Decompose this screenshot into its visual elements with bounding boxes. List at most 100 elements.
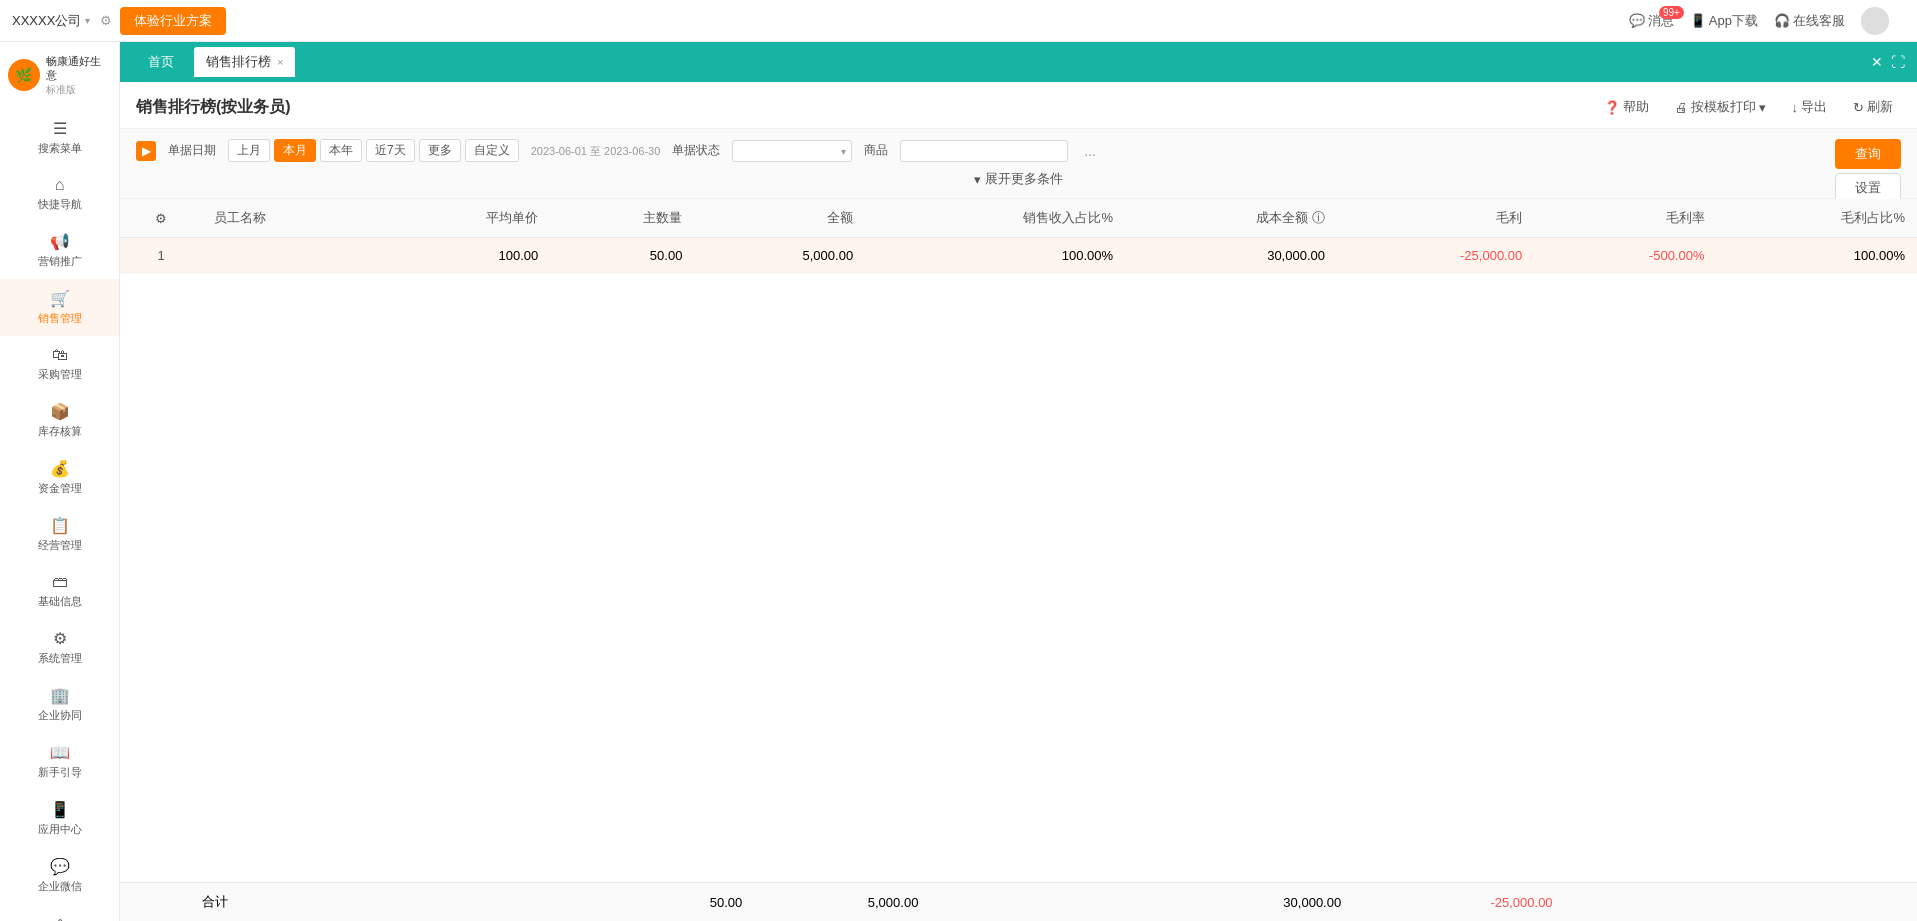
sidebar-item-search-order[interactable]: ☰ 搜索菜单: [0, 109, 119, 166]
date-filter-group: 上月 本月 本年 近7天 更多 自定义: [228, 139, 519, 162]
sidebar-item-inventory[interactable]: 📦 库存核算: [0, 392, 119, 449]
expand-label: 展开更多条件: [985, 170, 1063, 188]
sidebar-item-operations[interactable]: 📋 经营管理: [0, 506, 119, 563]
sidebar-item-label-search: 搜索菜单: [38, 141, 82, 156]
sidebar-item-member[interactable]: ◇ 畅会员: [0, 904, 119, 921]
logo-text: 畅康通好生意: [46, 54, 111, 83]
status-select[interactable]: [732, 140, 852, 162]
export-button[interactable]: ↓ 导出: [1784, 94, 1836, 120]
tab-close-button[interactable]: ✕: [1871, 54, 1883, 70]
footer-amount: 5,000.00: [754, 883, 930, 922]
col-cost: 成本全额 ⓘ: [1125, 199, 1337, 238]
sidebar-item-label-sales: 销售管理: [38, 311, 82, 326]
company-name: XXXXX公司: [12, 12, 81, 30]
sidebar-item-purchase[interactable]: 🛍 采购管理: [0, 336, 119, 392]
top-bar: XXXXX公司 ▾ ⚙ 体验行业方案 💬 消息 99+ 📱 App下载 🎧 在线…: [0, 0, 1917, 42]
print-icon: 🖨: [1675, 100, 1688, 115]
app-label: App下载: [1709, 12, 1758, 30]
sidebar-item-sales[interactable]: 🛒 销售管理: [0, 279, 119, 336]
custom-date-button[interactable]: 自定义: [465, 139, 519, 162]
footer-cost: 30,000.00: [1142, 883, 1353, 922]
tab-bar: 首页 销售排行榜 × ✕ ⛶: [120, 42, 1917, 82]
sidebar-item-system[interactable]: ⚙ 系统管理: [0, 619, 119, 676]
company-selector[interactable]: XXXXX公司 ▾: [12, 12, 90, 30]
service-icon: 🎧: [1774, 13, 1790, 28]
goods-filter-label: 商品: [864, 142, 888, 159]
col-name: 员工名称: [202, 199, 376, 238]
sidebar-item-label-appcenter: 应用中心: [38, 822, 82, 837]
goods-more-button[interactable]: ...: [1080, 143, 1100, 159]
settings-icon[interactable]: ⚙: [100, 13, 112, 28]
date-filter-label: 单据日期: [168, 142, 216, 159]
message-button[interactable]: 💬 消息 99+: [1629, 12, 1674, 30]
table-body: 1 100.00 50.00 5,000.00 100.00% 30,000.0…: [120, 238, 1917, 274]
tab-restore-button[interactable]: ⛶: [1891, 54, 1905, 70]
footer-table: 合计 50.00 5,000.00 30,000.00 -25,000.00: [120, 882, 1917, 921]
date-range-display: 2023-06-01 至 2023-06-30: [531, 142, 661, 159]
cell-gross-rate: -500.00%: [1534, 238, 1716, 274]
col-avg-price: 平均单价: [376, 199, 550, 238]
sidebar-item-marketing[interactable]: 📢 营销推广: [0, 222, 119, 279]
sidebar-item-wechat[interactable]: 💬 企业微信: [0, 847, 119, 904]
last7days-button[interactable]: 近7天: [366, 139, 415, 162]
query-button[interactable]: 查询: [1835, 139, 1901, 169]
last-month-button[interactable]: 上月: [228, 139, 270, 162]
current-year-button[interactable]: 本年: [320, 139, 362, 162]
finance-icon: 💰: [50, 459, 70, 478]
expand-conditions-button[interactable]: ▾ 展开更多条件: [974, 170, 1063, 188]
cell-name: [202, 238, 376, 274]
col-settings[interactable]: ⚙: [120, 199, 202, 238]
tab-close-icon[interactable]: ×: [277, 56, 283, 68]
filter-section: ▶ 单据日期 上月 本月 本年 近7天 更多 自定义 2023-06-01 至 …: [120, 129, 1917, 199]
filter-row-1: ▶ 单据日期 上月 本月 本年 近7天 更多 自定义 2023-06-01 至 …: [136, 139, 1901, 162]
current-month-button[interactable]: 本月: [274, 139, 316, 162]
help-button[interactable]: ❓ 帮助: [1596, 94, 1657, 120]
sidebar-item-finance[interactable]: 💰 资金管理: [0, 449, 119, 506]
avatar[interactable]: [1861, 7, 1889, 35]
sidebar-item-label-system: 系统管理: [38, 651, 82, 666]
page-title: 销售排行榜(按业务员): [136, 97, 291, 118]
sidebar-item-label-ops: 经营管理: [38, 538, 82, 553]
footer-total-label: 合计: [190, 883, 401, 922]
sidebar-item-label-basic: 基础信息: [38, 594, 82, 609]
sidebar-item-basic-info[interactable]: 🗃 基础信息: [0, 563, 119, 619]
sidebar-item-enterprise[interactable]: 🏢 企业协同: [0, 676, 119, 733]
sidebar-logo: 🌿 畅康通好生意 标准版: [0, 42, 119, 109]
print-label: 按模板打印: [1691, 98, 1756, 116]
table-header-row: ⚙ 员工名称 平均单价 主数量 全额: [120, 199, 1917, 238]
top-bar-right: 💬 消息 99+ 📱 App下载 🎧 在线客服: [1629, 7, 1905, 35]
search-order-icon: ☰: [53, 119, 67, 138]
content-area: 首页 销售排行榜 × ✕ ⛶ 销售排行榜(按业务员) ❓ 帮助: [120, 42, 1917, 921]
footer-gross: -25,000.00: [1353, 883, 1564, 922]
goods-input[interactable]: [900, 140, 1068, 162]
more-date-button[interactable]: 更多: [419, 139, 461, 162]
tab-home[interactable]: 首页: [132, 47, 190, 77]
trial-button[interactable]: 体验行业方案: [120, 7, 226, 35]
status-filter-label: 单据状态: [672, 142, 720, 159]
footer-avg-price: [402, 883, 578, 922]
status-select-wrapper: [732, 140, 852, 162]
sidebar-item-quick-nav[interactable]: ⌂ 快捷导航: [0, 166, 119, 222]
sidebar-item-label-marketing: 营销推广: [38, 254, 82, 269]
sidebar-item-label-inventory: 库存核算: [38, 424, 82, 439]
online-service-button[interactable]: 🎧 在线客服: [1774, 12, 1845, 30]
col-amount: 全额: [694, 199, 865, 238]
sidebar-item-guide[interactable]: 📖 新手引导: [0, 733, 119, 790]
col-gross: 毛利: [1337, 199, 1534, 238]
refresh-button[interactable]: ↻ 刷新: [1845, 94, 1901, 120]
tab-label: 销售排行榜: [206, 53, 271, 71]
print-button[interactable]: 🖨 按模板打印 ▾: [1667, 94, 1774, 120]
footer-gross-rate: [1565, 883, 1741, 922]
filter-toggle-button[interactable]: ▶: [136, 141, 156, 161]
export-label: 导出: [1801, 98, 1827, 116]
table-area: ⚙ 员工名称 平均单价 主数量 全额: [120, 199, 1917, 882]
sidebar-item-label-quicknav: 快捷导航: [38, 197, 82, 212]
cell-revenue-pct: 100.00%: [865, 238, 1125, 274]
sidebar-item-app-center[interactable]: 📱 应用中心: [0, 790, 119, 847]
cell-quantity: 50.00: [550, 238, 694, 274]
tab-sales-ranking[interactable]: 销售排行榜 ×: [194, 47, 295, 77]
table-row: 1 100.00 50.00 5,000.00 100.00% 30,000.0…: [120, 238, 1917, 274]
expand-row: ▾ 展开更多条件: [136, 170, 1901, 188]
app-download-button[interactable]: 📱 App下载: [1690, 12, 1758, 30]
message-badge: 99+: [1659, 6, 1684, 19]
